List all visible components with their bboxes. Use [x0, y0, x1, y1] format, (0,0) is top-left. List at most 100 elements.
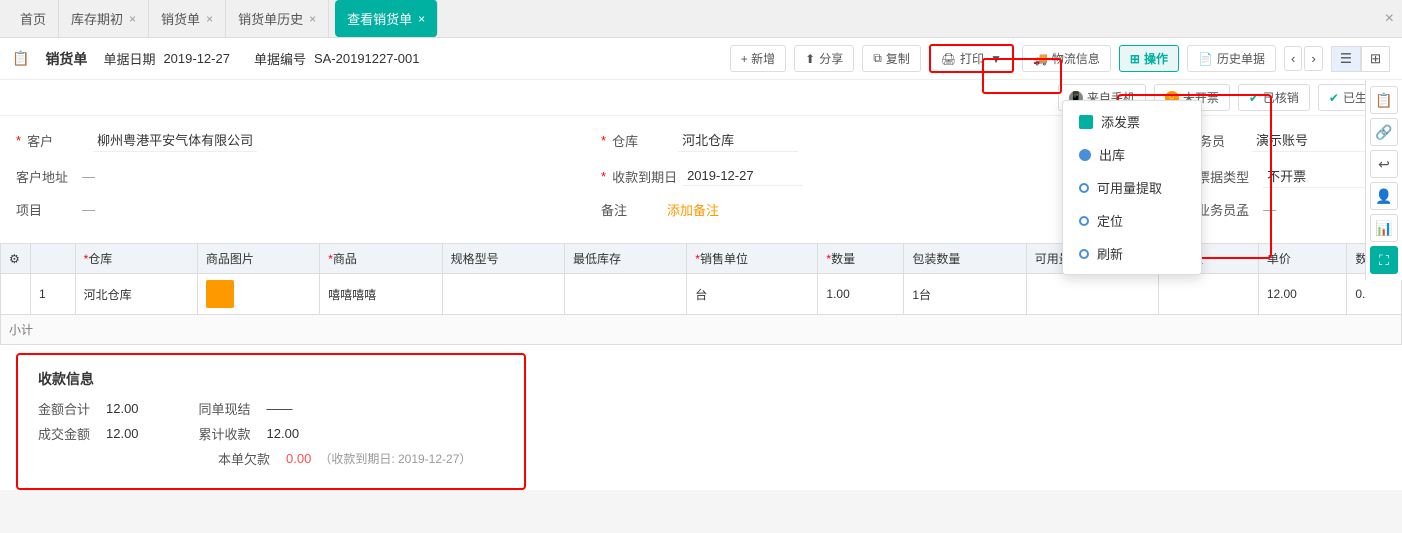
- tab-sales-close[interactable]: ×: [206, 12, 213, 26]
- row-no: 1: [31, 274, 76, 315]
- op-icon: ⊞: [1130, 52, 1140, 66]
- ticket-label: 票据类型: [1197, 167, 1257, 186]
- tab-inventory-label: 库存期初: [71, 9, 123, 28]
- menu-item-outbound[interactable]: 出库: [1063, 138, 1201, 171]
- tab-view-close[interactable]: ×: [418, 12, 425, 26]
- effective-icon: ✔: [1329, 91, 1339, 105]
- salesman-field: * 业务员孟 —: [1186, 200, 1386, 219]
- add-invoice-icon: [1079, 115, 1093, 129]
- col-min-stock: 最低库存: [564, 244, 686, 274]
- owed-group: 本单欠款 0.00 （收款到期日: 2019-12-27）: [218, 449, 471, 468]
- next-button[interactable]: ›: [1304, 46, 1322, 71]
- cumulative-label: 累计收款: [199, 424, 259, 443]
- transaction-label: 成交金额: [38, 424, 98, 443]
- row-product: 嘻嘻嘻嘻: [320, 274, 442, 315]
- print-dropdown-arrow[interactable]: ▼: [990, 52, 1002, 66]
- project-value: —: [82, 202, 95, 217]
- available-qty-icon: [1079, 183, 1089, 193]
- staff-field: 业务员 演示账号: [1186, 128, 1386, 152]
- col-unit: *销售单位: [687, 244, 818, 274]
- doc-meta: 单据日期 2019-12-27 单据编号 SA-20191227-001: [103, 49, 419, 68]
- row-stock: [1159, 274, 1259, 315]
- copy-icon: ⧉: [873, 51, 882, 66]
- sidebar-btn-2[interactable]: 🔗: [1370, 118, 1398, 146]
- tab-sales-history[interactable]: 销货单历史 ×: [226, 0, 329, 37]
- cumulative-value: 12.00: [267, 426, 300, 441]
- doc-type-label: 销货单: [45, 49, 87, 69]
- logistics-button[interactable]: 🚚 物流信息: [1022, 45, 1111, 72]
- transaction-value: 12.00: [106, 426, 139, 441]
- check-btn[interactable]: ✔ 已核销: [1238, 84, 1310, 111]
- project-label: 项目: [16, 200, 76, 219]
- col-product-img: 商品图片: [197, 244, 319, 274]
- operation-dropdown: 添发票 出库 可用量提取 定位 刷新: [1062, 100, 1202, 275]
- nav-arrows: ‹ ›: [1284, 46, 1323, 71]
- tab-sales-label: 销货单: [161, 9, 200, 28]
- tab-bar: 首页 库存期初 × 销货单 × 销货单历史 × 查看销货单 × ×: [0, 0, 1402, 38]
- sidebar-expand-btn[interactable]: ⛶: [1370, 246, 1398, 274]
- row-unit-price: 12.00: [1258, 274, 1347, 315]
- menu-item-available-qty[interactable]: 可用量提取: [1063, 171, 1201, 204]
- print-button[interactable]: 🖨 打印 ▼: [929, 44, 1014, 73]
- grid-view-button[interactable]: ⊞: [1361, 46, 1390, 72]
- ticket-field: * 票据类型 不开票: [1186, 164, 1386, 188]
- tab-home[interactable]: 首页: [8, 0, 59, 37]
- col-qty: *数量: [818, 244, 904, 274]
- doc-icon: 📋: [12, 50, 29, 67]
- history-button[interactable]: 📄 历史单据: [1187, 45, 1276, 72]
- receipt-row-2: 成交金额 12.00 累计收款 12.00: [38, 424, 504, 443]
- menu-item-refresh[interactable]: 刷新: [1063, 237, 1201, 270]
- row-available: [1026, 274, 1158, 315]
- project-field: 项目 —: [16, 200, 601, 219]
- new-button[interactable]: + 新增: [730, 45, 786, 72]
- tab-inventory-close[interactable]: ×: [129, 12, 136, 26]
- customer-star: *: [16, 133, 21, 148]
- copy-button[interactable]: ⧉ 复制: [862, 45, 921, 72]
- tab-view-sales[interactable]: 查看销货单 ×: [335, 0, 438, 37]
- receipt-row-3: 本单欠款 0.00 （收款到期日: 2019-12-27）: [38, 449, 504, 468]
- owed-label: 本单欠款: [218, 449, 278, 468]
- tab-history-close[interactable]: ×: [309, 12, 316, 26]
- owed-note: （收款到期日: 2019-12-27）: [319, 450, 471, 467]
- subtotal-row: 小计: [1, 315, 1402, 345]
- tab-sales-order[interactable]: 销货单 ×: [149, 0, 226, 37]
- window-close-button[interactable]: ×: [1385, 10, 1394, 28]
- print-icon: 🖨: [941, 52, 956, 66]
- sidebar-btn-5[interactable]: 📊: [1370, 214, 1398, 242]
- receipt-title: 收款信息: [38, 369, 504, 389]
- menu-item-locate[interactable]: 定位: [1063, 204, 1201, 237]
- col-settings[interactable]: ⚙: [1, 244, 31, 274]
- sidebar-btn-4[interactable]: 👤: [1370, 182, 1398, 210]
- check-icon: ✔: [1249, 91, 1259, 105]
- due-date-star: *: [601, 169, 606, 184]
- address-label: 客户地址: [16, 167, 76, 186]
- due-date-value: 2019-12-27: [683, 166, 803, 186]
- same-order-label: 同单现结: [199, 399, 259, 418]
- toolbar-actions: + 新增 ⬆ 分享 ⧉ 复制 🖨 打印 ▼ 🚚 物流信息: [730, 44, 1390, 73]
- customer-field: * 客户 柳州粤港平安气体有限公司: [16, 128, 601, 152]
- receipt-info-box: 收款信息 金额合计 12.00 同单现结 —— 成交金额 12.00 累计收款: [16, 353, 526, 490]
- tab-inventory-start[interactable]: 库存期初 ×: [59, 0, 149, 37]
- row-spec: [442, 274, 564, 315]
- customer-value: 柳州粤港平安气体有限公司: [93, 128, 257, 152]
- salesman-label: 业务员孟: [1197, 200, 1257, 219]
- list-view-button[interactable]: ☰: [1331, 46, 1361, 72]
- same-order-group: 同单现结 ——: [199, 399, 293, 418]
- menu-item-add-invoice[interactable]: 添发票: [1063, 105, 1201, 138]
- operation-button[interactable]: ⊞ 操作: [1119, 45, 1179, 72]
- row-warehouse: 河北仓库: [75, 274, 197, 315]
- note-label: 备注: [601, 200, 661, 219]
- outbound-icon: [1079, 149, 1091, 161]
- same-order-value: ——: [267, 401, 293, 416]
- warehouse-star: *: [601, 133, 606, 148]
- sidebar-btn-1[interactable]: 📋: [1370, 86, 1398, 114]
- sidebar-btn-3[interactable]: ↩: [1370, 150, 1398, 178]
- row-settings: [1, 274, 31, 315]
- add-note-button[interactable]: 添加备注: [667, 200, 719, 219]
- locate-icon: [1079, 216, 1089, 226]
- prev-button[interactable]: ‹: [1284, 46, 1302, 71]
- col-pack-qty: 包装数量: [904, 244, 1026, 274]
- date-value: 2019-12-27: [163, 51, 230, 66]
- share-button[interactable]: ⬆ 分享: [794, 45, 854, 72]
- col-spec: 规格型号: [442, 244, 564, 274]
